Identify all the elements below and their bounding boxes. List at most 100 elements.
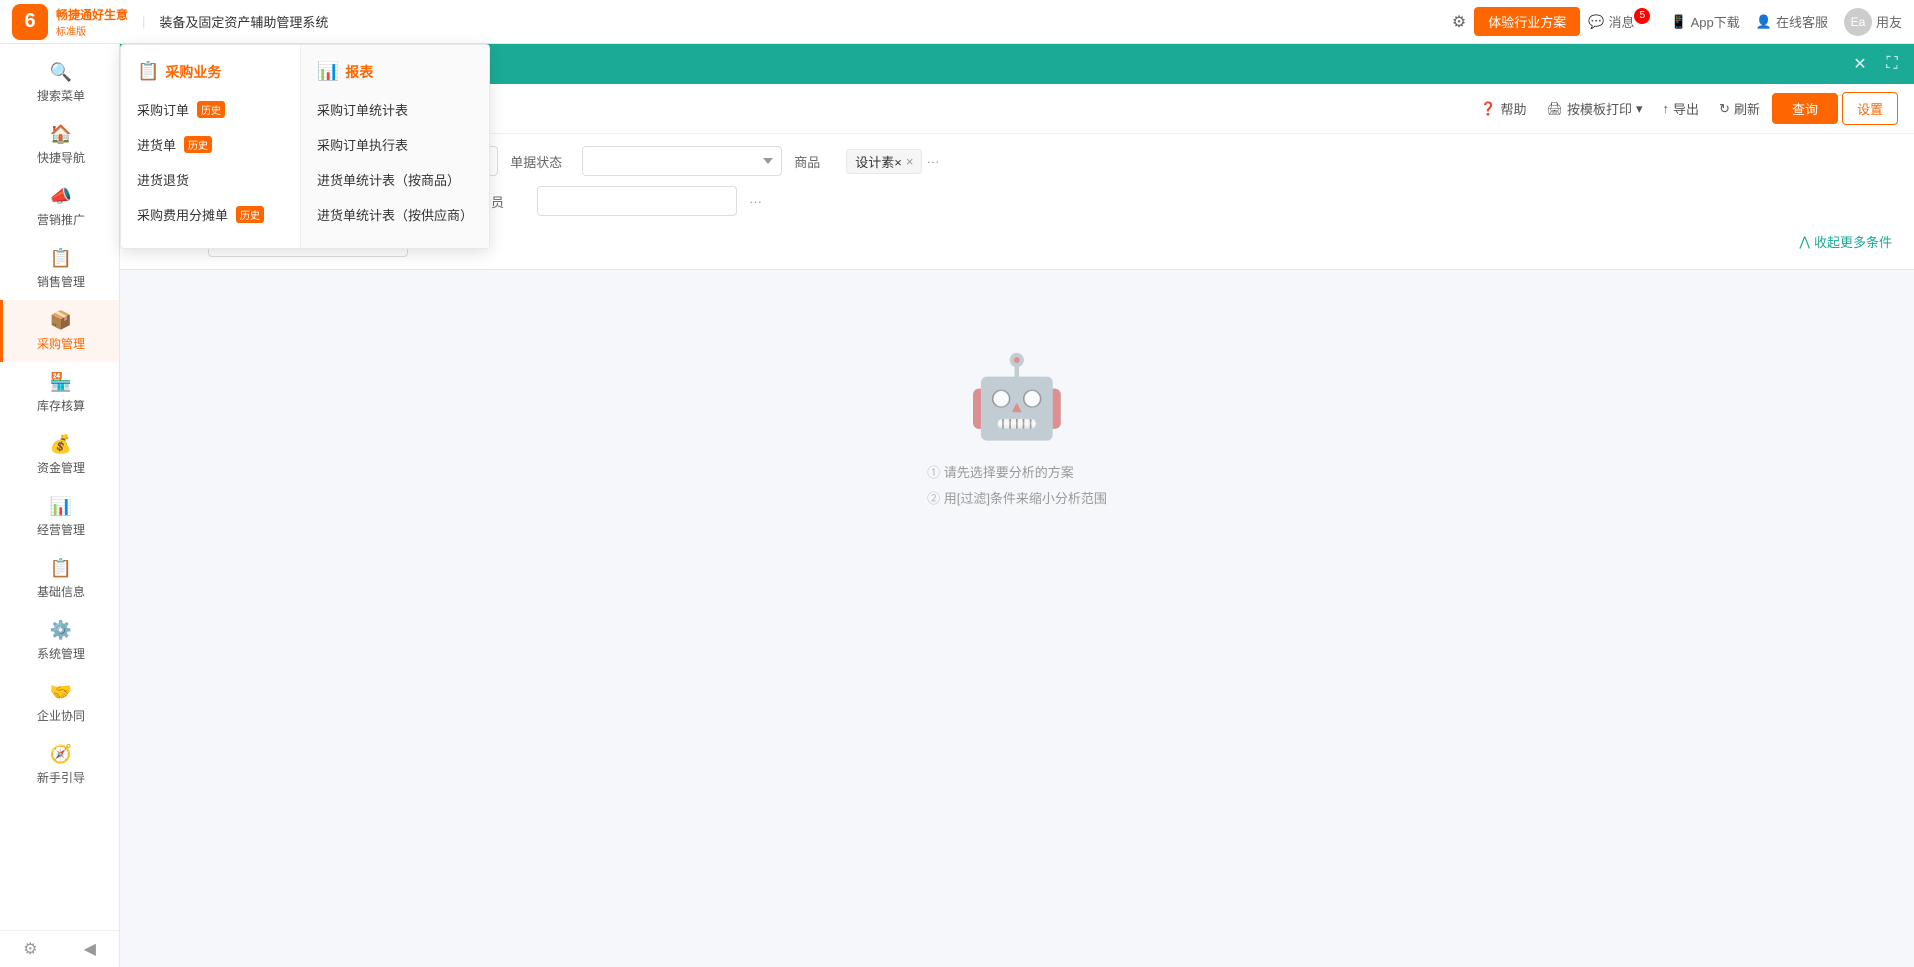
home-icon: 🏠 — [50, 124, 72, 145]
operations-icon: 📊 — [50, 496, 72, 517]
app-download-action[interactable]: 📱 App下载 — [1670, 12, 1739, 31]
marketing-icon: 📣 — [50, 186, 72, 207]
message-icon: 💬 — [1588, 14, 1604, 30]
print-btn[interactable]: 🖨 按模板打印 ▾ — [1538, 95, 1650, 122]
topbar-settings-icon[interactable]: ⚙ — [1452, 12, 1466, 32]
export-icon: ↑ — [1663, 101, 1670, 116]
bill-status-label: 单据状态 — [510, 152, 570, 171]
print-icon: 🖨 — [1546, 101, 1563, 117]
sidebar-item-marketing[interactable]: 📣 营销推广 — [0, 176, 119, 238]
empty-illustration: 🤖 — [967, 350, 1067, 444]
report-order-exec[interactable]: 采购订单执行表 — [301, 127, 489, 162]
sidebar-item-label: 企业协同 — [37, 707, 85, 724]
settings-button[interactable]: 设置 — [1842, 92, 1898, 125]
industry-button[interactable]: 体验行业方案 — [1474, 7, 1580, 36]
sidebar-item-guide[interactable]: 🧭 新手引导 — [0, 734, 119, 796]
history-badge-3: 历史 — [236, 206, 264, 223]
finance-icon: 💰 — [50, 434, 72, 455]
sidebar-bottom: ⚙ ◀ — [0, 930, 119, 967]
export-btn[interactable]: ↑ 导出 — [1655, 95, 1708, 122]
sidebar-item-label: 营销推广 — [37, 211, 85, 228]
sidebar-item-enterprise[interactable]: 🤝 企业协同 — [0, 672, 119, 734]
sidebar-item-label: 采购管理 — [37, 335, 85, 352]
guide-icon: 🧭 — [50, 744, 72, 765]
purchase-icon: 📦 — [50, 310, 72, 331]
query-button[interactable]: 查询 — [1772, 93, 1838, 124]
collapse-icon: ⋀ — [1799, 234, 1810, 250]
empty-state: 🤖 ① 请先选择要分析的方案 ② 用[过滤]条件来缩小分析范围 — [120, 270, 1914, 592]
help-icon: ❓ — [1480, 101, 1496, 117]
phone-icon: 📱 — [1670, 14, 1686, 30]
sidebar-item-label: 搜索菜单 — [37, 87, 85, 104]
salesperson-more[interactable]: ··· — [749, 194, 762, 209]
sidebar-item-label: 库存核算 — [37, 397, 85, 414]
app-download-label: App下载 — [1691, 12, 1740, 31]
sidebar-item-purchase[interactable]: 📦 采购管理 — [0, 300, 119, 362]
purchase-dropdown-menu: 📋 采购业务 采购订单 历史 进货单 历史 进货退货 采购费用分摊单 历史 — [120, 44, 490, 249]
refresh-icon: ↻ — [1719, 101, 1730, 117]
purchase-reports-col: 📊 报表 采购订单统计表 采购订单执行表 进货单统计表（按商品） 进货单统计表（… — [301, 45, 489, 248]
goods-tag-close[interactable]: × — [906, 154, 914, 169]
inventory-icon: 🏪 — [50, 372, 72, 393]
purchase-section-icon: 📋 — [137, 61, 159, 82]
sidebar-item-inventory[interactable]: 🏪 库存核算 — [0, 362, 119, 424]
sidebar-item-label: 系统管理 — [37, 645, 85, 662]
tab-bar-right: ✕ ⛶ — [1846, 50, 1914, 78]
enterprise-icon: 🤝 — [50, 682, 72, 703]
sidebar-item-sales[interactable]: 📋 销售管理 — [0, 238, 119, 300]
purchase-business-col: 📋 采购业务 采购订单 历史 进货单 历史 进货退货 采购费用分摊单 历史 — [121, 45, 301, 248]
purchase-receipt-item[interactable]: 进货单 历史 — [121, 127, 300, 162]
tab-expand-btn[interactable]: ⛶ — [1878, 50, 1906, 78]
report-receipt-by-goods[interactable]: 进货单统计表（按商品） — [301, 162, 489, 197]
report-order-stats[interactable]: 采购订单统计表 — [301, 92, 489, 127]
service-icon: 👤 — [1756, 14, 1772, 30]
reports-section-icon: 📊 — [317, 61, 339, 82]
top-bar-actions: 💬 消息 5 📱 App下载 👤 在线客服 Ea 用友 — [1588, 8, 1902, 36]
sidebar-item-search[interactable]: 🔍 搜索菜单 — [0, 52, 119, 114]
sidebar-item-operations[interactable]: 📊 经营管理 — [0, 486, 119, 548]
history-badge-1: 历史 — [184, 136, 212, 153]
sidebar-item-finance[interactable]: 💰 资金管理 — [0, 424, 119, 486]
online-service-label: 在线客服 — [1776, 12, 1828, 31]
sidebar: 🔍 搜索菜单 🏠 快捷导航 📣 营销推广 📋 销售管理 📦 采购管理 🏪 库存核… — [0, 44, 120, 967]
purchase-expense-item[interactable]: 采购费用分摊单 历史 — [121, 197, 300, 232]
logo-icon: 6 — [12, 4, 48, 40]
sales-icon: 📋 — [50, 248, 72, 269]
print-dropdown-icon: ▾ — [1636, 101, 1643, 117]
sidebar-item-label: 快捷导航 — [37, 149, 85, 166]
messages-badge: 5 — [1634, 8, 1650, 24]
purchase-return-item[interactable]: 进货退货 — [121, 162, 300, 197]
goods-label: 商品 — [794, 152, 834, 171]
user-action[interactable]: Ea 用友 — [1844, 8, 1902, 36]
sidebar-item-quicknav[interactable]: 🏠 快捷导航 — [0, 114, 119, 176]
collapse-btn[interactable]: ⋀ 收起更多条件 — [1793, 226, 1898, 257]
salesperson-input[interactable] — [537, 186, 737, 216]
messages-action[interactable]: 💬 消息 5 — [1588, 12, 1654, 31]
sidebar-item-label: 经营管理 — [37, 521, 85, 538]
user-label: 用友 — [1876, 12, 1902, 31]
bill-status-select[interactable] — [582, 146, 782, 176]
logo-line2: 标准版 — [56, 23, 128, 38]
sidebar-item-system[interactable]: ⚙️ 系统管理 — [0, 610, 119, 672]
tab-close-all-btn[interactable]: ✕ — [1846, 50, 1874, 78]
top-bar: 6 畅捷通好生意 标准版 | 装备及固定资产辅助管理系统 ⚙ 体验行业方案 💬 … — [0, 0, 1914, 44]
system-icon: ⚙️ — [50, 620, 72, 641]
purchase-order-item[interactable]: 采购订单 历史 — [121, 92, 300, 127]
sidebar-collapse-btn[interactable]: ◀ — [84, 939, 96, 959]
sidebar-item-label: 新手引导 — [37, 769, 85, 786]
avatar: Ea — [1844, 8, 1872, 36]
goods-tag: 设计素× × — [846, 149, 922, 174]
empty-text: ① 请先选择要分析的方案 ② 用[过滤]条件来缩小分析范围 — [927, 460, 1107, 512]
goods-more[interactable]: ··· — [926, 154, 939, 169]
online-service-action[interactable]: 👤 在线客服 — [1756, 12, 1828, 31]
reports-section-title: 📊 报表 — [301, 61, 489, 92]
sidebar-settings-btn[interactable]: ⚙ — [23, 939, 37, 959]
sidebar-item-basic[interactable]: 📋 基础信息 — [0, 548, 119, 610]
sidebar-item-label: 基础信息 — [37, 583, 85, 600]
basic-icon: 📋 — [50, 558, 72, 579]
help-btn[interactable]: ❓ 帮助 — [1472, 95, 1534, 122]
refresh-btn[interactable]: ↻ 刷新 — [1711, 95, 1768, 122]
report-receipt-by-supplier[interactable]: 进货单统计表（按供应商） — [301, 197, 489, 232]
top-bar-title: 装备及固定资产辅助管理系统 — [159, 12, 1443, 31]
history-badge-0: 历史 — [197, 101, 225, 118]
